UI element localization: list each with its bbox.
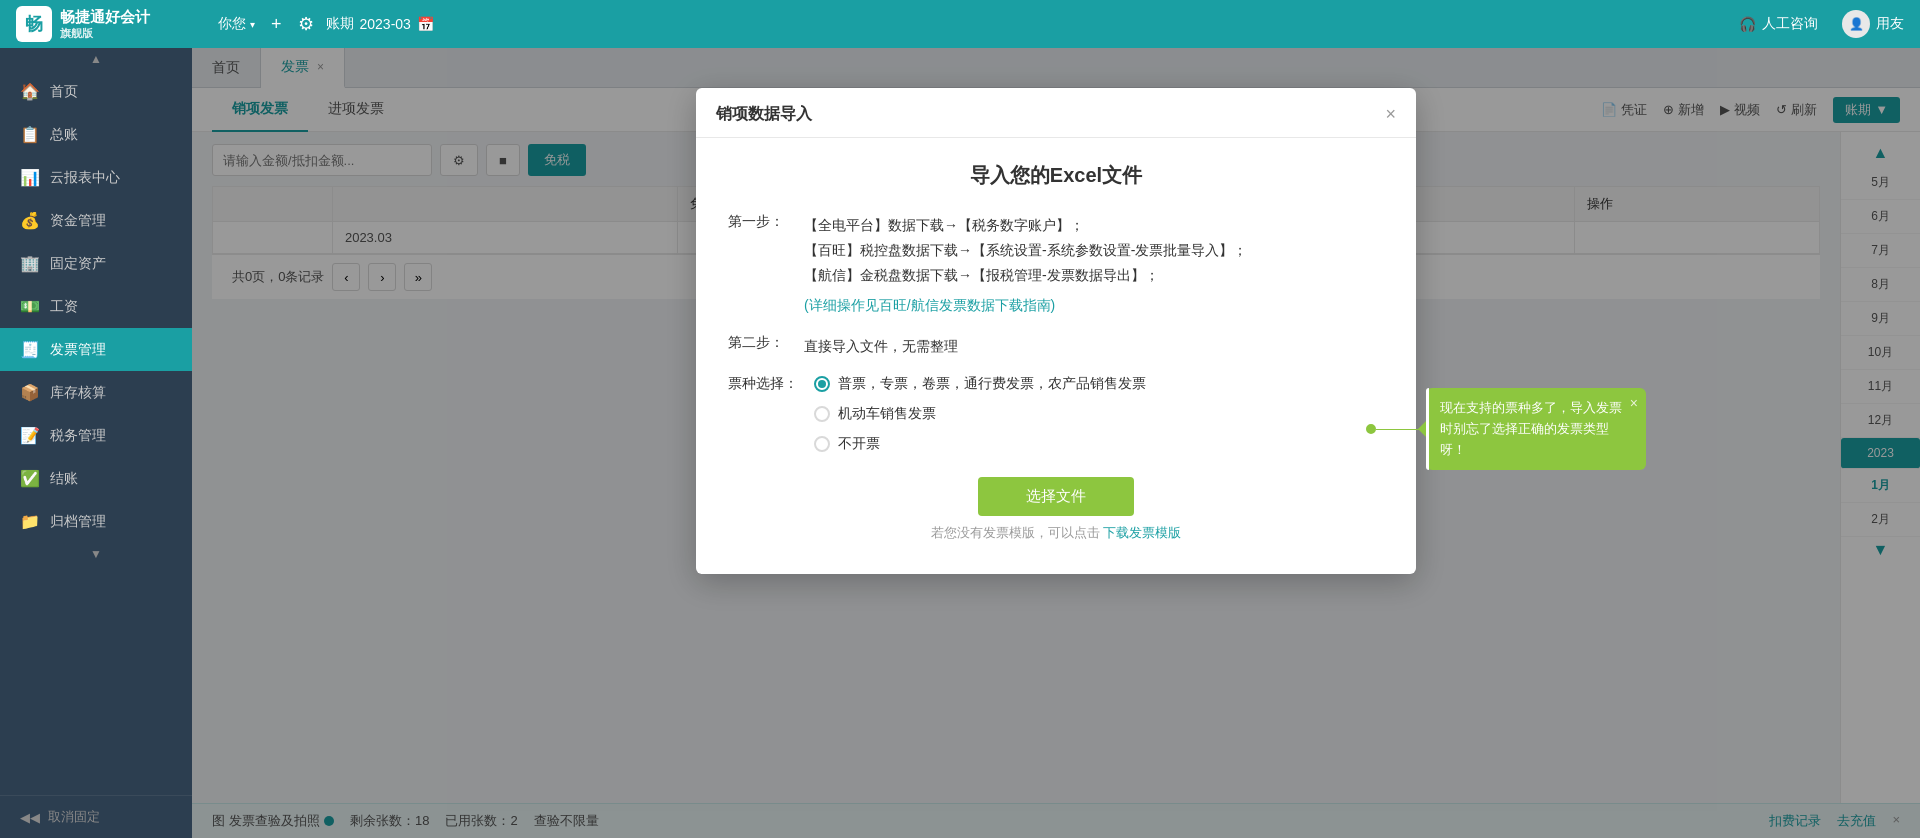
period-selector[interactable]: 账期 2023-03 📅	[326, 15, 434, 33]
guide-link[interactable]: (详细操作见百旺/航信发票数据下载指南)	[804, 297, 1055, 313]
modal-close-button[interactable]: ×	[1385, 104, 1396, 125]
ledger-icon: 📋	[20, 125, 40, 144]
add-button[interactable]: +	[267, 14, 286, 35]
step1-row: 第一步： 【全电平台】数据下载→【税务数字账户】； 【百旺】税控盘数据下载→【系…	[728, 213, 1384, 318]
radio-label-0: 普票，专票，卷票，通行费发票，农产品销售发票	[838, 375, 1146, 393]
inventory-icon: 📦	[20, 383, 40, 402]
modal-main-title: 导入您的Excel文件	[728, 162, 1384, 189]
radio-1[interactable]	[814, 406, 830, 422]
tooltip-bubble: × 现在支持的票种多了，导入发票时别忘了选择正确的发票类型呀！	[1426, 388, 1646, 470]
sidebar-scroll-up[interactable]: ▲	[0, 48, 192, 70]
sidebar-item-assets[interactable]: 🏢 固定资产	[0, 242, 192, 285]
avatar: 👤	[1842, 10, 1870, 38]
modal-body: 导入您的Excel文件 第一步： 【全电平台】数据下载→【税务数字账户】； 【百…	[696, 138, 1416, 574]
salary-icon: 💵	[20, 297, 40, 316]
calendar-icon: 📅	[417, 16, 434, 32]
radio-2[interactable]	[814, 436, 830, 452]
step1-line1: 【全电平台】数据下载→【税务数字账户】；	[804, 213, 1247, 238]
sidebar-scroll-down[interactable]: ▼	[0, 543, 192, 565]
tooltip-connector	[1366, 424, 1426, 434]
step1-content: 【全电平台】数据下载→【税务数字账户】； 【百旺】税控盘数据下载→【系统设置-系…	[804, 213, 1247, 318]
modal-overlay: 销项数据导入 × 导入您的Excel文件 第一步： 【全电平台】数据下载→【税务…	[192, 48, 1920, 838]
sidebar-pin-toggle[interactable]: ◀◀ 取消固定	[0, 795, 192, 838]
sidebar-item-ledger[interactable]: 📋 总账	[0, 113, 192, 156]
user-menu[interactable]: 👤 用友	[1842, 10, 1904, 38]
sidebar-label-home: 首页	[50, 83, 78, 101]
modal-header: 销项数据导入 ×	[696, 88, 1416, 138]
import-modal: 销项数据导入 × 导入您的Excel文件 第一步： 【全电平台】数据下载→【税务…	[696, 88, 1416, 574]
consult-button[interactable]: 🎧 人工咨询	[1739, 15, 1818, 33]
radio-label: 票种选择：	[728, 375, 798, 393]
tooltip-bar	[1426, 388, 1429, 470]
logo-title: 畅捷通好会计	[60, 8, 150, 26]
step1-line3: 【航信】金税盘数据下载→【报税管理-发票数据导出】；	[804, 263, 1247, 288]
archive-icon: 📁	[20, 512, 40, 531]
topbar: 畅 畅捷通好会计 旗舰版 你您 ▾ + ⚙ 账期 2023-03 📅 🎧 人工咨…	[0, 0, 1920, 48]
radio-item-1[interactable]: 机动车销售发票	[814, 405, 1146, 423]
sidebar-label-archive: 归档管理	[50, 513, 106, 531]
sidebar-label-ledger: 总账	[50, 126, 78, 144]
radio-0[interactable]	[814, 376, 830, 392]
logo-icon: 畅	[16, 6, 52, 42]
radio-section: 票种选择： 普票，专票，卷票，通行费发票，农产品销售发票 机动车销售发票 不开票	[728, 375, 1384, 453]
settings-icon[interactable]: ⚙	[298, 13, 314, 35]
select-file-button[interactable]: 选择文件	[978, 477, 1134, 516]
close-period-icon: ✅	[20, 469, 40, 488]
radio-group: 普票，专票，卷票，通行费发票，农产品销售发票 机动车销售发票 不开票	[814, 375, 1146, 453]
sidebar-item-tax[interactable]: 📝 税务管理	[0, 414, 192, 457]
sidebar-label-close: 结账	[50, 470, 78, 488]
sidebar-item-close[interactable]: ✅ 结账	[0, 457, 192, 500]
sidebar: ▲ 🏠 首页 📋 总账 📊 云报表中心 💰 资金管理 🏢 固定资产 💵 工资 🧾…	[0, 48, 192, 838]
sidebar-item-reports[interactable]: 📊 云报表中心	[0, 156, 192, 199]
tooltip-line	[1376, 429, 1426, 430]
sidebar-item-funds[interactable]: 💰 资金管理	[0, 199, 192, 242]
step1-line2: 【百旺】税控盘数据下载→【系统设置-系统参数设置-发票批量导入】；	[804, 238, 1247, 263]
sidebar-item-salary[interactable]: 💵 工资	[0, 285, 192, 328]
sidebar-label-inventory: 库存核算	[50, 384, 106, 402]
modal-title: 销项数据导入	[716, 104, 812, 125]
sidebar-label-salary: 工资	[50, 298, 78, 316]
account-selector[interactable]: 你您 ▾	[218, 15, 255, 33]
step1-label: 第一步：	[728, 213, 788, 318]
funds-icon: 💰	[20, 211, 40, 230]
tooltip-text: 现在支持的票种多了，导入发票时别忘了选择正确的发票类型呀！	[1440, 400, 1622, 457]
topbar-right: 🎧 人工咨询 👤 用友	[1739, 10, 1904, 38]
sidebar-item-home[interactable]: 🏠 首页	[0, 70, 192, 113]
assets-icon: 🏢	[20, 254, 40, 273]
sidebar-label-invoice: 发票管理	[50, 341, 106, 359]
reports-icon: 📊	[20, 168, 40, 187]
tax-icon: 📝	[20, 426, 40, 445]
step2-label: 第二步：	[728, 334, 788, 359]
headset-icon: 🎧	[1739, 16, 1756, 32]
sidebar-label-tax: 税务管理	[50, 427, 106, 445]
tooltip-dot	[1366, 424, 1376, 434]
sidebar-item-archive[interactable]: 📁 归档管理	[0, 500, 192, 543]
sidebar-item-invoice[interactable]: 🧾 发票管理	[0, 328, 192, 371]
download-template-link[interactable]: 下载发票模版	[1103, 525, 1181, 540]
sidebar-label-funds: 资金管理	[50, 212, 106, 230]
pin-icon: ◀◀	[20, 810, 40, 825]
radio-label-2: 不开票	[838, 435, 880, 453]
sidebar-label-reports: 云报表中心	[50, 169, 120, 187]
app-logo: 畅 畅捷通好会计 旗舰版	[16, 6, 206, 42]
home-icon: 🏠	[20, 82, 40, 101]
radio-item-2[interactable]: 不开票	[814, 435, 1146, 453]
account-arrow-icon: ▾	[250, 19, 255, 30]
sidebar-item-inventory[interactable]: 📦 库存核算	[0, 371, 192, 414]
radio-item-0[interactable]: 普票，专票，卷票，通行费发票，农产品销售发票	[814, 375, 1146, 393]
invoice-icon: 🧾	[20, 340, 40, 359]
logo-sub: 旗舰版	[60, 26, 150, 41]
download-hint: 若您没有发票模版，可以点击 下载发票模版	[728, 524, 1384, 542]
sidebar-label-assets: 固定资产	[50, 255, 106, 273]
step2-content: 直接导入文件，无需整理	[804, 334, 958, 359]
radio-label-1: 机动车销售发票	[838, 405, 936, 423]
tooltip-close-button[interactable]: ×	[1630, 392, 1638, 414]
step2-row: 第二步： 直接导入文件，无需整理	[728, 334, 1384, 359]
